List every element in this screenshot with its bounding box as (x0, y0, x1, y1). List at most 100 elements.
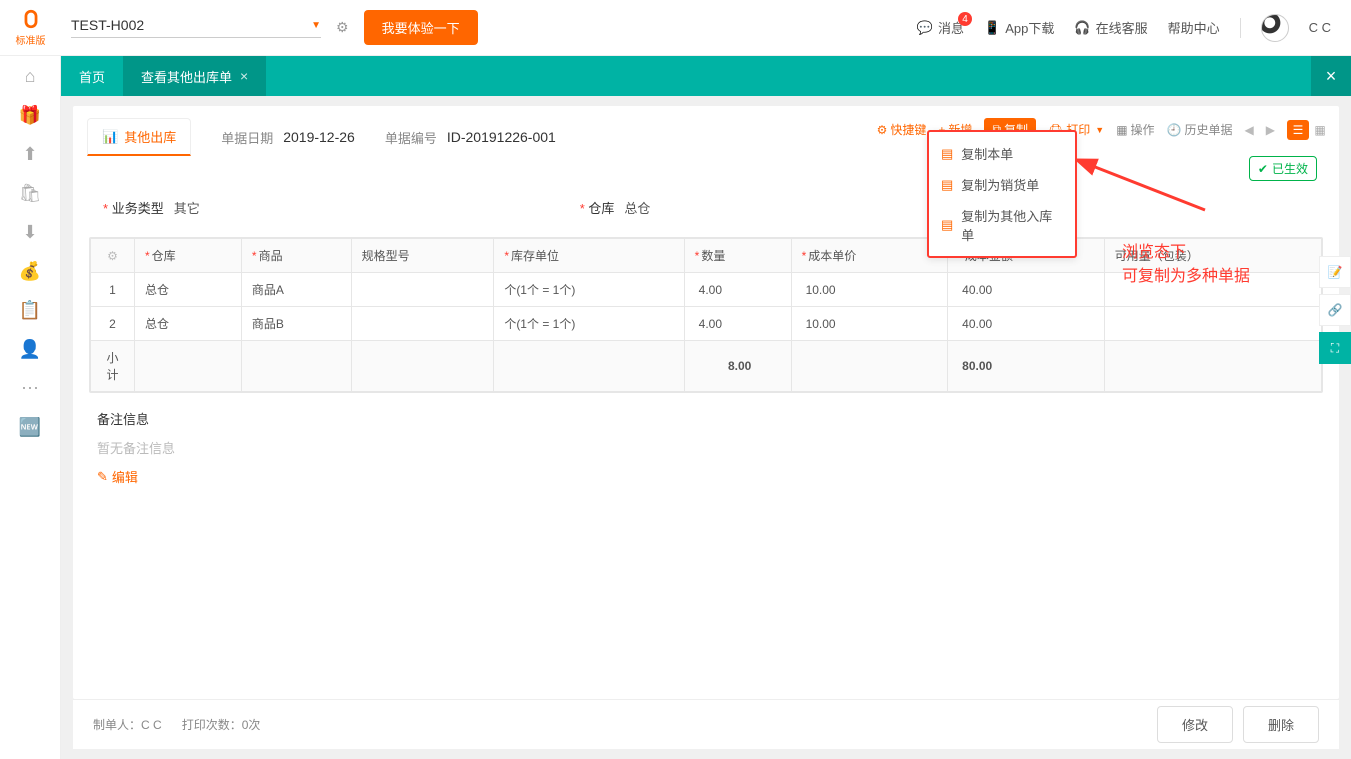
right-tool-rail: 📝 🔗 ⛶ (1319, 256, 1351, 364)
card-view-button[interactable]: ▦ (1309, 120, 1331, 140)
copy-this-doc-item[interactable]: ▤复制本单 (929, 138, 1075, 169)
view-toggle: ☰ ▦ (1287, 120, 1331, 140)
print-count-info: 打印次数：0次 (182, 716, 261, 733)
org-name: TEST-H002 (71, 17, 144, 33)
house-up-icon[interactable]: ⬆ (22, 144, 37, 165)
document-panel: 📊 其他出库 单据日期 2019-12-26 单据编号 ID-20191226-… (73, 106, 1339, 699)
user-card-icon[interactable]: 👤 (19, 339, 41, 360)
close-all-tabs-button[interactable]: × (1311, 56, 1351, 96)
user-name[interactable]: C C (1309, 20, 1331, 35)
doc-number-value: ID-20191226-001 (447, 129, 556, 145)
status-badge: ✔ 已生效 (1249, 156, 1317, 181)
biz-type-label: 业务类型 (112, 201, 164, 216)
home-icon[interactable]: ⌂ (25, 66, 36, 87)
tab-view-other-outbound[interactable]: 查看其他出库单 × (123, 56, 266, 96)
subtotal-label: 小计 (91, 341, 135, 392)
cell-warehouse: 总仓 (135, 307, 242, 341)
bag-icon[interactable]: 🛍 (19, 183, 42, 204)
clipboard-icon[interactable]: 📋 (19, 300, 41, 321)
app-download-label: App下载 (1005, 18, 1054, 37)
copy-as-sales-item[interactable]: ▤复制为销货单 (929, 169, 1075, 200)
doc-title-tab: 📊 其他出库 (87, 118, 191, 156)
new-icon[interactable]: 🆕 (19, 417, 41, 438)
list-view-button[interactable]: ☰ (1287, 120, 1309, 140)
col-spec: 规格型号 (362, 249, 410, 263)
money-bag-icon[interactable]: 💰 (19, 261, 41, 282)
delete-button[interactable]: 删除 (1243, 706, 1319, 743)
cta-trial-button[interactable]: 我要体验一下 (364, 10, 478, 45)
nav-next-icon[interactable]: ▶ (1266, 123, 1275, 137)
separator (1240, 18, 1241, 38)
modify-button[interactable]: 修改 (1157, 706, 1233, 743)
gift-icon[interactable]: 🎁 (19, 105, 41, 126)
doc-date-value: 2019-12-26 (283, 129, 355, 145)
cell-cost-price: 10.00 (791, 307, 948, 341)
cell-cost-amount: 40.00 (948, 307, 1105, 341)
top-header: 标准版 TEST-H002 ▼ ⚙ 我要体验一下 💬 消息 4 📱 App下载 … (0, 0, 1351, 56)
cell-spec (351, 273, 494, 307)
doc-icon: ▤ (941, 146, 953, 162)
warehouse-label: 仓库 (588, 201, 614, 216)
doc-date-label: 单据日期 (221, 128, 273, 147)
shortcuts-button[interactable]: ⚙快捷键 (877, 121, 927, 138)
copy-as-other-inbound-item[interactable]: ▤复制为其他入库单 (929, 200, 1075, 250)
remarks-placeholder: 暂无备注信息 (97, 438, 1315, 457)
expand-tool-icon[interactable]: ⛶ (1319, 332, 1351, 364)
link-tool-icon[interactable]: 🔗 (1319, 294, 1351, 326)
messages-link[interactable]: 💬 消息 4 (917, 18, 964, 37)
doc-icon: ▤ (941, 177, 953, 193)
col-unit: 库存单位 (511, 249, 559, 263)
warehouse-value: 总仓 (624, 198, 650, 217)
items-table: ⚙ *仓库 *商品 规格型号 *库存单位 *数量 *成本单价 *成本金额 可用量… (89, 237, 1323, 393)
note-tool-icon[interactable]: 📝 (1319, 256, 1351, 288)
creator-info: 制单人：C C (93, 716, 162, 733)
dots-icon[interactable]: ⋯ (21, 378, 39, 399)
cell-spec (351, 307, 494, 341)
cell-warehouse: 总仓 (135, 273, 242, 307)
brand-logo: 标准版 (0, 8, 61, 47)
subtotal-amount: 80.00 (948, 341, 1105, 392)
operate-button[interactable]: ▦操作 (1116, 121, 1154, 138)
cell-cost-amount: 40.00 (948, 273, 1105, 307)
doc-icon: ▤ (941, 217, 953, 233)
tab-home[interactable]: 首页 (61, 56, 123, 96)
document-footer: 制单人：C C 打印次数：0次 修改 删除 (73, 699, 1339, 749)
settings-gear-icon[interactable]: ⚙ (336, 19, 349, 36)
headset-icon: 🎧 (1074, 20, 1090, 36)
check-circle-icon: ✔ (1258, 162, 1268, 176)
house-down-icon[interactable]: ⬇ (22, 222, 37, 243)
doc-title: 其他出库 (124, 127, 176, 146)
phone-icon: 📱 (984, 20, 1000, 36)
remarks-section: 备注信息 暂无备注信息 ✎ 编辑 (73, 393, 1339, 502)
edit-remarks-button[interactable]: ✎ 编辑 (97, 467, 1315, 486)
table-row[interactable]: 1 总仓 商品A 个(1个 = 1个) 4.00 10.00 40.00 (91, 273, 1322, 307)
edit-icon: ✎ (97, 469, 108, 485)
biz-type-field: * 业务类型 其它 (103, 198, 200, 217)
cell-qty: 4.00 (684, 273, 791, 307)
workspace-tabs: 首页 查看其他出库单 × × (61, 56, 1351, 96)
document-header: 📊 其他出库 单据日期 2019-12-26 单据编号 ID-20191226-… (73, 106, 1339, 168)
cell-qty: 4.00 (684, 307, 791, 341)
cell-unit: 个(1个 = 1个) (494, 273, 684, 307)
subtotal-qty: 8.00 (684, 341, 791, 392)
table-row[interactable]: 2 总仓 商品B 个(1个 = 1个) 4.00 10.00 40.00 (91, 307, 1322, 341)
nav-prev-icon[interactable]: ◀ (1245, 123, 1254, 137)
row-index: 2 (91, 307, 135, 341)
user-avatar[interactable] (1261, 14, 1289, 42)
help-center-link[interactable]: 帮助中心 (1168, 18, 1220, 37)
app-download-link[interactable]: 📱 App下载 (984, 18, 1054, 37)
cell-cost-price: 10.00 (791, 273, 948, 307)
online-support-link[interactable]: 🎧 在线客服 (1074, 18, 1147, 37)
col-available: 可用量（包装） (1115, 249, 1199, 263)
history-button[interactable]: 🕘历史单据 (1167, 121, 1233, 138)
cell-product: 商品A (241, 273, 351, 307)
messages-badge: 4 (958, 12, 972, 26)
brand-version: 标准版 (16, 32, 46, 47)
edit-label: 编辑 (112, 467, 138, 486)
help-label: 帮助中心 (1168, 18, 1220, 37)
col-product: 商品 (259, 249, 283, 263)
history-icon: 🕘 (1167, 123, 1182, 137)
table-settings-icon[interactable]: ⚙ (91, 239, 135, 273)
close-icon[interactable]: × (240, 68, 248, 84)
org-selector[interactable]: TEST-H002 ▼ (71, 17, 321, 38)
